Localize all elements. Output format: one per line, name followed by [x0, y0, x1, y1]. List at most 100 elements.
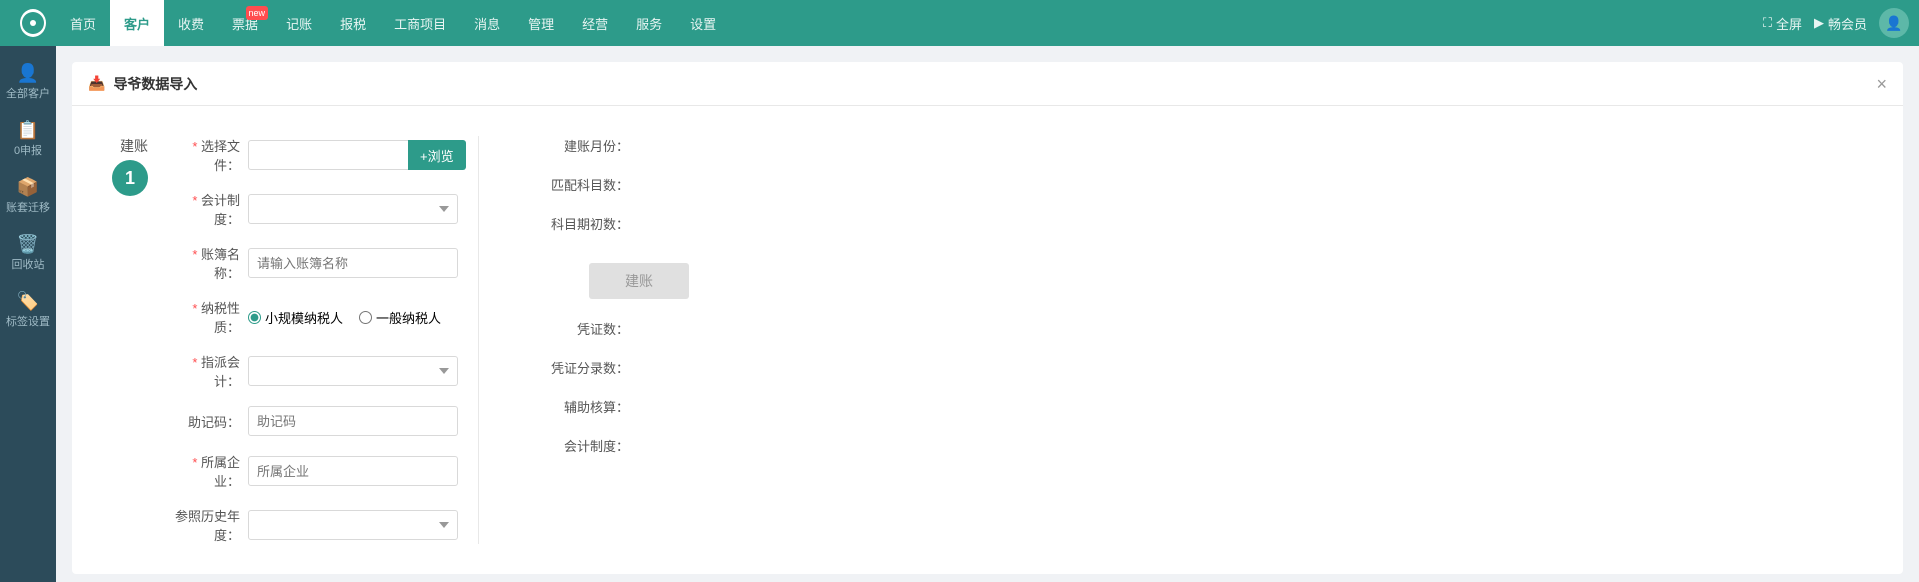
vertical-divider	[478, 136, 479, 544]
accountant-label: 指派会计：	[168, 352, 248, 390]
top-nav: 首页客户收费票据new记账报税工商项目消息管理经营服务设置 ⛶ 全屏 ▶ 畅会员…	[0, 0, 1919, 46]
logo-icon	[20, 9, 46, 37]
match-subjects-label: 匹配科目数：	[539, 175, 629, 194]
tax-type-radio-group: 小规模纳税人 一般纳税人	[248, 308, 441, 327]
ledger-name-label: 账簿名称：	[168, 244, 248, 282]
vip-icon: ▶	[1814, 15, 1824, 31]
ledger-name-input[interactable]	[248, 248, 458, 278]
accounting-system-select[interactable]	[248, 194, 458, 224]
history-year-row: 参照历史年度：	[168, 506, 458, 544]
sidebar-item-全部客户[interactable]: 👤 全部客户	[0, 54, 56, 111]
voucher-entries-label: 凭证分录数：	[539, 358, 629, 377]
content-area: 📥 导爷数据导入 × 建账 1 选择文件：	[56, 46, 1919, 582]
fullscreen-icon: ⛶	[1763, 15, 1772, 31]
sidebar-icon: 🏷️	[17, 292, 39, 310]
sidebar-icon: 🗑️	[17, 235, 39, 253]
nav-item-设置[interactable]: 设置	[676, 0, 730, 46]
browse-button[interactable]: +浏览	[408, 140, 466, 170]
nav-item-经营[interactable]: 经营	[568, 0, 622, 46]
voucher-row: 凭证数：	[539, 319, 739, 338]
history-year-select[interactable]	[248, 510, 458, 540]
step-label: 建账	[120, 136, 148, 156]
panel-title: 导爷数据导入	[113, 74, 197, 94]
accountant-select[interactable]	[248, 356, 458, 386]
tax-type-general-radio[interactable]	[359, 311, 372, 324]
build-month-row: 建账月份：	[539, 136, 739, 155]
sidebar-item-账套迁移[interactable]: 📦 账套迁移	[0, 168, 56, 225]
nav-right: ⛶ 全屏 ▶ 畅会员 👤	[1763, 8, 1909, 38]
nav-item-票据[interactable]: 票据new	[218, 0, 272, 46]
period-init-row: 科目期初数：	[539, 214, 739, 233]
logo	[10, 0, 56, 46]
tax-type-general[interactable]: 一般纳税人	[359, 308, 441, 327]
build-button[interactable]: 建账	[589, 263, 689, 299]
sidebar-item-标签设置[interactable]: 🏷️ 标签设置	[0, 282, 56, 339]
file-row: 选择文件： +浏览	[168, 136, 458, 174]
panel-icon: 📥	[88, 75, 105, 92]
match-subjects-row: 匹配科目数：	[539, 175, 739, 194]
close-button[interactable]: ×	[1876, 74, 1887, 95]
step-section: 建账 1	[112, 136, 168, 196]
memo-row: 助记码：	[168, 406, 458, 436]
nav-item-收费[interactable]: 收费	[164, 0, 218, 46]
tax-type-label: 纳税性质：	[168, 298, 248, 336]
fullscreen-btn[interactable]: ⛶ 全屏	[1763, 14, 1802, 33]
history-year-label: 参照历史年度：	[168, 506, 248, 544]
voucher-entries-row: 凭证分录数：	[539, 358, 739, 377]
tax-type-small-radio[interactable]	[248, 311, 261, 324]
build-month-label: 建账月份：	[539, 136, 629, 155]
vip-btn[interactable]: ▶ 畅会员	[1814, 14, 1867, 33]
company-label: 所属企业：	[168, 452, 248, 490]
sidebar-item-label: 标签设置	[6, 313, 50, 329]
nav-item-消息[interactable]: 消息	[460, 0, 514, 46]
main-layout: 👤 全部客户 📋 0申报 📦 账套迁移 🗑️ 回收站 🏷️ 标签设置 📥 导爷数据导入 × 建账 …	[0, 46, 1919, 582]
vip-label: 畅会员	[1828, 14, 1867, 33]
sidebar-item-label: 账套迁移	[6, 199, 50, 215]
nav-item-首页[interactable]: 首页	[56, 0, 110, 46]
sidebar-item-label: 回收站	[12, 256, 45, 272]
tax-type-small[interactable]: 小规模纳税人	[248, 308, 343, 327]
sidebar-item-0申报[interactable]: 📋 0申报	[0, 111, 56, 168]
accounting-sys-label: 会计制度：	[539, 436, 629, 455]
accounting-sys-row: 会计制度：	[539, 436, 739, 455]
panel: 📥 导爷数据导入 × 建账 1 选择文件：	[72, 62, 1903, 574]
info-section: 建账月份： 匹配科目数： 科目期初数： 建账	[499, 136, 739, 544]
sidebar-item-label: 0申报	[14, 142, 42, 158]
aux-calc-label: 辅助核算：	[539, 397, 629, 416]
nav-item-管理[interactable]: 管理	[514, 0, 568, 46]
accounting-system-row: 会计制度：	[168, 190, 458, 228]
nav-item-服务[interactable]: 服务	[622, 0, 676, 46]
tax-type-row: 纳税性质： 小规模纳税人 一般纳税人	[168, 298, 458, 336]
voucher-label: 凭证数：	[539, 319, 629, 338]
accountant-row: 指派会计：	[168, 352, 458, 390]
sidebar-icon: 👤	[17, 64, 39, 82]
tax-type-small-label: 小规模纳税人	[265, 308, 343, 327]
sidebar-icon: 📦	[17, 178, 39, 196]
memo-input[interactable]	[248, 406, 458, 436]
logo-inner	[22, 12, 44, 34]
sidebar-icon: 📋	[17, 121, 39, 139]
avatar[interactable]: 👤	[1879, 8, 1909, 38]
file-input-group: +浏览	[248, 140, 458, 170]
nav-item-记账[interactable]: 记账	[272, 0, 326, 46]
company-input[interactable]	[248, 456, 458, 486]
build-btn-area: 建账	[539, 263, 739, 299]
sidebar: 👤 全部客户 📋 0申报 📦 账套迁移 🗑️ 回收站 🏷️ 标签设置	[0, 46, 56, 582]
logo-dot	[30, 20, 36, 26]
file-input[interactable]	[248, 140, 408, 170]
avatar-icon: 👤	[1885, 15, 1902, 32]
sidebar-item-回收站[interactable]: 🗑️ 回收站	[0, 225, 56, 282]
nav-item-客户[interactable]: 客户	[110, 0, 164, 46]
period-init-label: 科目期初数：	[539, 214, 629, 233]
memo-label: 助记码：	[168, 412, 248, 431]
aux-calc-row: 辅助核算：	[539, 397, 739, 416]
company-row: 所属企业：	[168, 452, 458, 490]
nav-item-报税[interactable]: 报税	[326, 0, 380, 46]
form-section: 选择文件： +浏览 会计制度：	[168, 136, 458, 544]
sidebar-item-label: 全部客户	[6, 85, 50, 101]
panel-body: 建账 1 选择文件： +浏览	[72, 106, 1903, 574]
panel-header: 📥 导爷数据导入	[72, 62, 1903, 106]
step-circle: 1	[112, 160, 148, 196]
ledger-name-row: 账簿名称：	[168, 244, 458, 282]
nav-item-工商项目[interactable]: 工商项目	[380, 0, 460, 46]
